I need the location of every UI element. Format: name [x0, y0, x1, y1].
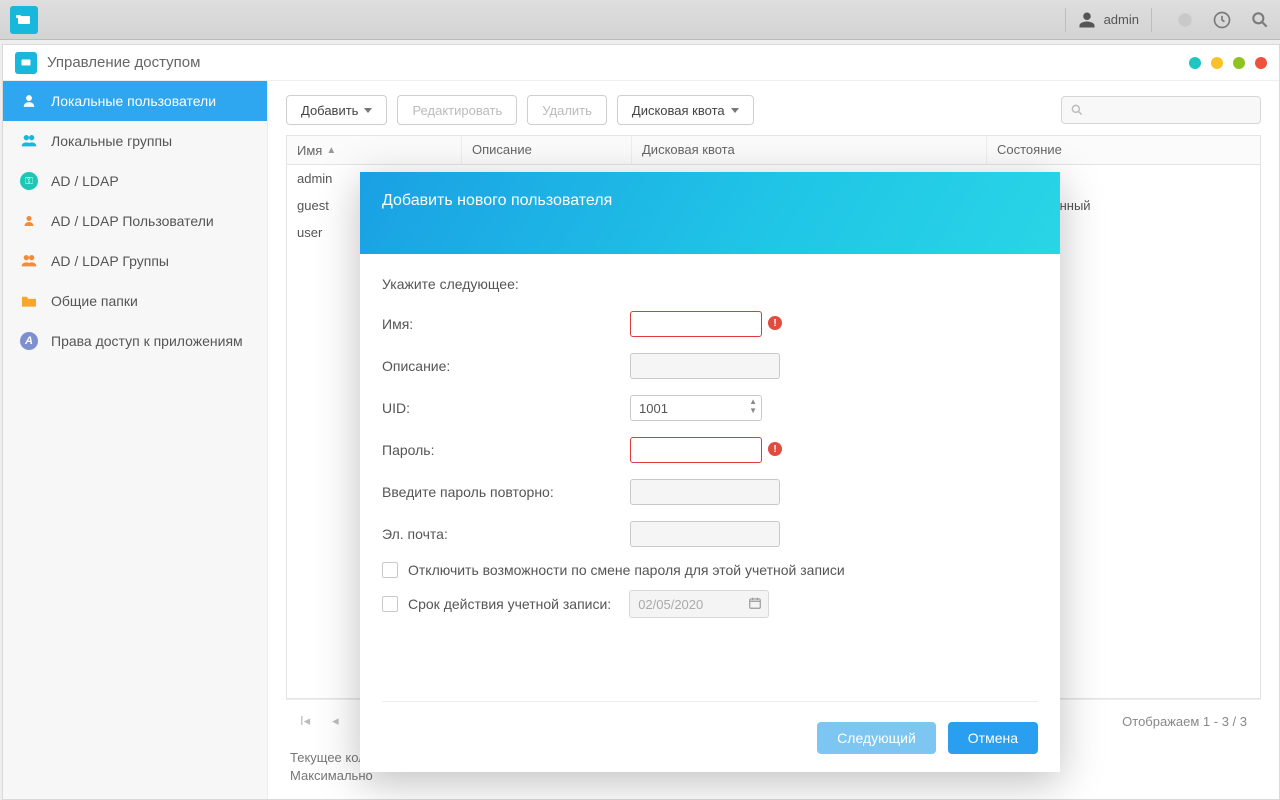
prev-page-button[interactable]: ◂ — [332, 713, 339, 729]
folder-icon — [19, 294, 39, 308]
sidebar-item-label: AD / LDAP Группы — [51, 253, 169, 269]
user-icon — [19, 93, 39, 109]
add-button[interactable]: Добавить — [286, 95, 387, 125]
step-down-icon[interactable]: ▼ — [749, 407, 757, 415]
column-state[interactable]: Состояние — [987, 136, 1260, 164]
label-email: Эл. почта: — [382, 526, 630, 542]
error-icon: ! — [768, 316, 782, 330]
account-expiry-checkbox[interactable] — [382, 596, 398, 612]
column-name[interactable]: Имя ▲ — [287, 136, 462, 164]
window-minimize-button[interactable] — [1189, 57, 1201, 69]
window-close-button[interactable] — [1255, 57, 1267, 69]
modal-intro: Укажите следующее: — [382, 276, 1038, 292]
notification-icon[interactable] — [1176, 11, 1194, 29]
chevron-down-icon — [364, 108, 372, 113]
step-up-icon[interactable]: ▲ — [749, 398, 757, 406]
pager-status: Отображаем 1 - 3 / 3 — [1122, 714, 1247, 729]
label-uid: UID: — [382, 400, 630, 416]
uid-stepper[interactable]: 1001▲▼ — [630, 395, 762, 421]
sidebar-item-label: Локальные группы — [51, 133, 172, 149]
sidebar-item-app-permissions[interactable]: A Права доступ к приложениям — [3, 321, 267, 361]
username-label: admin — [1104, 12, 1139, 27]
checkbox-label: Отключить возможности по смене пароля дл… — [408, 562, 845, 578]
group-icon — [19, 133, 39, 149]
chevron-down-icon — [731, 108, 739, 113]
sidebar-item-label: Общие папки — [51, 293, 138, 309]
system-topbar: admin — [0, 0, 1280, 40]
table-header: Имя ▲ Описание Дисковая квота Состояние — [286, 135, 1261, 165]
error-icon: ! — [768, 442, 782, 456]
window-titlebar: Управление доступом — [3, 45, 1279, 81]
add-user-modal: Добавить нового пользователя Укажите сле… — [360, 172, 1060, 772]
name-input[interactable] — [630, 311, 762, 337]
group-icon — [19, 253, 39, 269]
sidebar-item-label: AD / LDAP — [51, 173, 119, 189]
sidebar-item-ad-ldap[interactable]: ⚿ AD / LDAP — [3, 161, 267, 201]
sidebar-item-label: Права доступ к приложениям — [51, 333, 243, 349]
calendar-icon — [748, 596, 762, 610]
label-name: Имя: — [382, 316, 630, 332]
search-input[interactable] — [1061, 96, 1261, 124]
column-quota[interactable]: Дисковая квота — [632, 136, 987, 164]
email-input[interactable] — [630, 521, 780, 547]
disable-password-change-checkbox[interactable] — [382, 562, 398, 578]
sidebar-item-label: AD / LDAP Пользователи — [51, 213, 214, 229]
toolbar: Добавить Редактировать Удалить Дисковая … — [286, 95, 1261, 125]
window-icon — [15, 52, 37, 74]
sidebar-item-local-groups[interactable]: Локальные группы — [3, 121, 267, 161]
sidebar-item-ad-users[interactable]: AD / LDAP Пользователи — [3, 201, 267, 241]
sidebar: Локальные пользователи Локальные группы … — [3, 81, 268, 799]
description-input[interactable] — [630, 353, 780, 379]
password-confirm-input[interactable] — [630, 479, 780, 505]
window-title: Управление доступом — [47, 54, 200, 71]
dashboard-icon[interactable] — [1212, 10, 1232, 30]
checkbox-label: Срок действия учетной записи: — [408, 596, 611, 612]
apps-icon: A — [19, 332, 39, 350]
label-password: Пароль: — [382, 442, 630, 458]
next-button[interactable]: Следующий — [817, 722, 936, 754]
sidebar-item-label: Локальные пользователи — [51, 93, 216, 109]
user-menu[interactable]: admin — [1078, 11, 1139, 29]
column-description[interactable]: Описание — [462, 136, 632, 164]
expiry-date-input[interactable]: 02/05/2020 — [629, 590, 769, 618]
password-input[interactable] — [630, 437, 762, 463]
disk-quota-button[interactable]: Дисковая квота — [617, 95, 754, 125]
search-icon — [1070, 103, 1084, 117]
sidebar-item-local-users[interactable]: Локальные пользователи — [3, 81, 267, 121]
sidebar-item-ad-groups[interactable]: AD / LDAP Группы — [3, 241, 267, 281]
user-icon — [1078, 11, 1096, 29]
modal-title: Добавить нового пользователя — [360, 172, 1060, 254]
window-maximize-button[interactable] — [1211, 57, 1223, 69]
sidebar-item-shared-folders[interactable]: Общие папки — [3, 281, 267, 321]
delete-button[interactable]: Удалить — [527, 95, 607, 125]
edit-button[interactable]: Редактировать — [397, 95, 517, 125]
label-description: Описание: — [382, 358, 630, 374]
cancel-button[interactable]: Отмена — [948, 722, 1038, 754]
label-password-confirm: Введите пароль повторно: — [382, 484, 630, 500]
app-launcher-icon[interactable] — [10, 6, 38, 34]
first-page-button[interactable]: I◂ — [300, 713, 310, 729]
key-icon: ⚿ — [19, 172, 39, 190]
user-icon — [19, 213, 39, 229]
window-restore-button[interactable] — [1233, 57, 1245, 69]
sort-asc-icon: ▲ — [326, 145, 336, 156]
search-icon[interactable] — [1250, 10, 1270, 30]
